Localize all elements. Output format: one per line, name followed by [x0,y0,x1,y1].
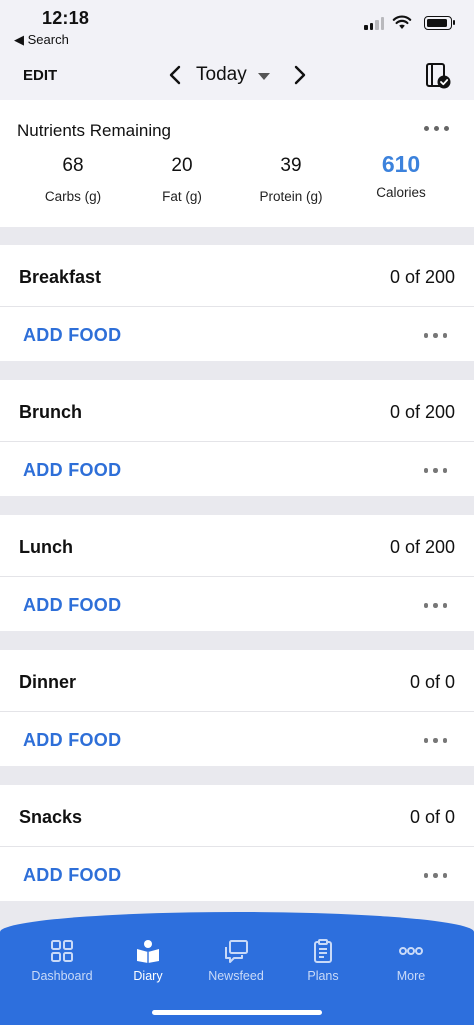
protein-value: 39 [280,155,302,176]
bottom-tab-bar: Dashboard Diary Newsfeed Plans More [0,912,474,1025]
meal-name: Breakfast [19,267,102,287]
nutrients-remaining-card: Nutrients Remaining 68 Carbs (g) 20 Fat … [0,100,474,227]
home-indicator [152,1010,322,1015]
next-day-icon[interactable] [289,64,309,86]
newsfeed-icon [225,940,248,963]
meal-section-dinner: Dinner 0 of 0 ADD FOOD [0,650,474,766]
wifi-icon [392,15,412,29]
fat-stat: 20 Fat (g) [127,155,237,204]
fat-label: Fat (g) [162,189,202,204]
tab-newsfeed[interactable]: Newsfeed [191,938,281,983]
divider [0,711,474,712]
meal-section-breakfast: Breakfast 0 of 200 ADD FOOD [0,245,474,361]
calories-value: 610 [381,151,421,177]
meal-section-lunch: Lunch 0 of 200 ADD FOOD [0,515,474,631]
protein-stat: 39 Protein (g) [236,155,346,204]
status-time: 12:18 [42,8,90,28]
nutrients-title: Nutrients Remaining [17,121,172,140]
meal-calorie-count: 0 of 200 [389,402,455,422]
plans-icon [314,939,332,963]
add-food-button[interactable]: ADD FOOD [23,865,121,886]
divider [0,846,474,847]
meal-options-icon[interactable] [423,738,447,743]
protein-label: Protein (g) [259,189,323,204]
meal-calorie-count: 0 of 0 [409,672,455,692]
status-bar: 12:18 ◀ Search [0,0,474,50]
back-to-search-link[interactable]: ◀ Search [14,32,69,48]
tab-label: Plans [307,969,339,983]
more-icon [399,947,423,955]
calories-stat: 610 Calories [346,151,456,200]
cellular-signal-icon [364,17,384,30]
divider [0,576,474,577]
meal-section-snacks: Snacks 0 of 0 ADD FOOD [0,785,474,901]
meal-options-icon[interactable] [423,333,447,338]
meal-calorie-count: 0 of 200 [389,537,455,557]
fat-value: 20 [171,155,193,176]
carbs-label: Carbs (g) [44,189,102,204]
tab-label: More [396,969,426,983]
tab-label: Dashboard [31,969,93,983]
dashboard-icon [51,940,73,962]
edit-button[interactable]: EDIT [23,67,57,84]
tab-more[interactable]: More [366,938,456,983]
add-food-button[interactable]: ADD FOOD [23,460,121,481]
meal-calorie-count: 0 of 200 [389,267,455,287]
meal-calorie-count: 0 of 0 [409,807,455,827]
battery-icon [424,16,455,30]
tab-diary[interactable]: Diary [103,938,193,983]
tab-dashboard[interactable]: Dashboard [17,938,107,983]
tab-label: Diary [133,969,163,983]
caret-down-icon[interactable] [258,73,270,80]
add-food-button[interactable]: ADD FOOD [23,730,121,751]
meal-options-icon[interactable] [423,603,447,608]
carbs-value: 68 [62,155,84,176]
tab-label: Newsfeed [208,969,264,983]
divider [0,441,474,442]
meal-name: Brunch [19,402,82,422]
meal-name: Dinner [19,672,77,692]
add-food-button[interactable]: ADD FOOD [23,325,121,346]
add-food-button[interactable]: ADD FOOD [23,595,121,616]
diary-nav-bar: EDIT Today [0,50,474,100]
meal-options-icon[interactable] [423,873,447,878]
meal-options-icon[interactable] [423,468,447,473]
complete-diary-icon[interactable] [424,62,452,90]
calories-label: Calories [376,185,426,200]
meal-name: Snacks [19,807,83,827]
more-options-icon[interactable] [424,126,449,131]
divider [0,306,474,307]
date-selector[interactable]: Today [196,64,247,86]
diary-icon [137,940,159,963]
meal-name: Lunch [19,537,73,557]
carbs-stat: 68 Carbs (g) [18,155,128,204]
previous-day-icon[interactable] [166,64,186,86]
tab-plans[interactable]: Plans [278,938,368,983]
meal-section-brunch: Brunch 0 of 200 ADD FOOD [0,380,474,496]
